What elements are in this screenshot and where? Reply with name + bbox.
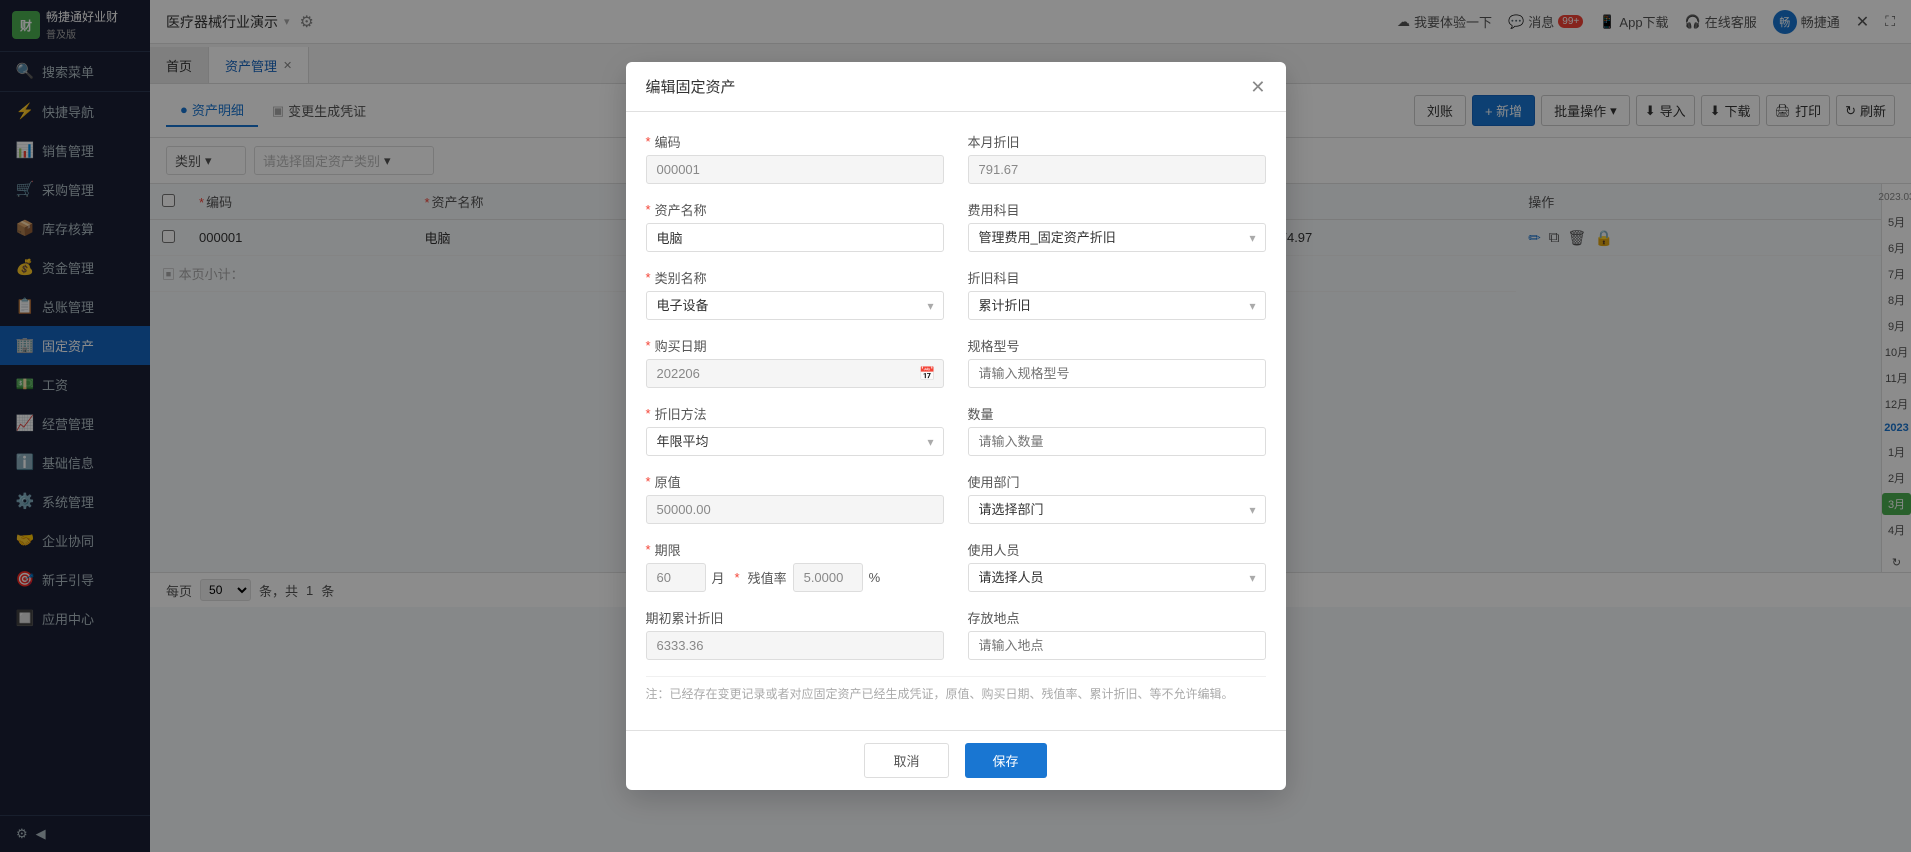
form-group-expense-subject: 费用科目 管理费用_固定资产折旧: [968, 200, 1266, 252]
dep-method-label: * 折旧方法: [646, 404, 944, 423]
monthly-dep-label: 本月折旧: [968, 132, 1266, 151]
form-row-1: * 编码 本月折旧: [646, 132, 1266, 184]
use-dept-select[interactable]: 请选择部门: [968, 495, 1266, 524]
form-row-6: * 原值 使用部门 请选择部门: [646, 472, 1266, 524]
quantity-input[interactable]: [968, 427, 1266, 456]
form-group-initial-dep: 期初累计折旧: [646, 608, 944, 660]
original-value-input[interactable]: [646, 495, 944, 524]
modal-footer: 取消 保存: [626, 730, 1286, 790]
use-dept-select-wrapper: 请选择部门: [968, 495, 1266, 524]
category-select-wrapper: 电子设备: [646, 291, 944, 320]
calendar-icon[interactable]: 📅: [919, 366, 935, 382]
form-group-dep-subject: 折旧科目 累计折旧: [968, 268, 1266, 320]
expense-subject-label: 费用科目: [968, 200, 1266, 219]
quantity-label: 数量: [968, 404, 1266, 423]
modal-header: 编辑固定资产 ✕: [626, 62, 1286, 112]
form-row-7: * 期限 月 * 残值率 % 使用人员: [646, 540, 1266, 592]
initial-dep-input[interactable]: [646, 631, 944, 660]
monthly-dep-input[interactable]: [968, 155, 1266, 184]
form-group-spec-model: 规格型号: [968, 336, 1266, 388]
asset-name-input[interactable]: [646, 223, 944, 252]
form-group-original-value: * 原值: [646, 472, 944, 524]
modal-overlay: 编辑固定资产 ✕ * 编码 本月折旧: [0, 0, 1911, 852]
use-person-select[interactable]: 请选择人员: [968, 563, 1266, 592]
edit-asset-modal: 编辑固定资产 ✕ * 编码 本月折旧: [626, 62, 1286, 790]
form-row-5: * 折旧方法 年限平均 数量: [646, 404, 1266, 456]
form-group-use-person: 使用人员 请选择人员: [968, 540, 1266, 592]
period-residual-row: 月 * 残值率 %: [646, 563, 944, 592]
period-input[interactable]: [646, 563, 706, 592]
asset-name-label: * 资产名称: [646, 200, 944, 219]
form-group-code: * 编码: [646, 132, 944, 184]
code-input[interactable]: [646, 155, 944, 184]
dep-subject-label: 折旧科目: [968, 268, 1266, 287]
initial-dep-label: 期初累计折旧: [646, 608, 944, 627]
form-row-2: * 资产名称 费用科目 管理费用_固定资产折旧: [646, 200, 1266, 252]
modal-body: * 编码 本月折旧 * 资产名称: [626, 112, 1286, 730]
code-label: * 编码: [646, 132, 944, 151]
use-person-select-wrapper: 请选择人员: [968, 563, 1266, 592]
expense-subject-select-wrapper: 管理费用_固定资产折旧: [968, 223, 1266, 252]
period-unit: 月: [712, 568, 725, 587]
category-select[interactable]: 电子设备: [646, 291, 944, 320]
dep-method-select-wrapper: 年限平均: [646, 427, 944, 456]
save-button[interactable]: 保存: [965, 743, 1047, 778]
modal-title: 编辑固定资产: [646, 76, 736, 97]
use-person-label: 使用人员: [968, 540, 1266, 559]
purchase-date-label: * 购买日期: [646, 336, 944, 355]
form-group-quantity: 数量: [968, 404, 1266, 456]
dep-subject-select-wrapper: 累计折旧: [968, 291, 1266, 320]
form-group-category: * 类别名称 电子设备: [646, 268, 944, 320]
spec-model-label: 规格型号: [968, 336, 1266, 355]
original-value-label: * 原值: [646, 472, 944, 491]
form-row-4: * 购买日期 📅 规格型号: [646, 336, 1266, 388]
dep-subject-select[interactable]: 累计折旧: [968, 291, 1266, 320]
location-input[interactable]: [968, 631, 1266, 660]
form-group-use-dept: 使用部门 请选择部门: [968, 472, 1266, 524]
residual-rate-unit: %: [869, 570, 881, 585]
purchase-date-input[interactable]: [646, 359, 944, 388]
modal-hint: 注：已经存在变更记录或者对应固定资产已经生成凭证，原值、购买日期、残值率、累计折…: [646, 676, 1266, 710]
form-row-8: 期初累计折旧 存放地点: [646, 608, 1266, 660]
spec-model-input[interactable]: [968, 359, 1266, 388]
form-row-3: * 类别名称 电子设备 折旧科目 累计折旧: [646, 268, 1266, 320]
dep-method-select[interactable]: 年限平均: [646, 427, 944, 456]
location-label: 存放地点: [968, 608, 1266, 627]
cancel-button[interactable]: 取消: [864, 743, 948, 778]
form-group-dep-method: * 折旧方法 年限平均: [646, 404, 944, 456]
purchase-date-wrapper: 📅: [646, 359, 944, 388]
period-label: * 期限: [646, 540, 944, 559]
form-group-purchase-date: * 购买日期 📅: [646, 336, 944, 388]
form-group-asset-name: * 资产名称: [646, 200, 944, 252]
residual-rate-label: 残值率: [748, 568, 787, 587]
residual-rate-input[interactable]: [793, 563, 863, 592]
form-group-period-residual: * 期限 月 * 残值率 %: [646, 540, 944, 592]
expense-subject-select[interactable]: 管理费用_固定资产折旧: [968, 223, 1266, 252]
category-name-label: * 类别名称: [646, 268, 944, 287]
form-group-location: 存放地点: [968, 608, 1266, 660]
form-group-monthly-dep: 本月折旧: [968, 132, 1266, 184]
use-dept-label: 使用部门: [968, 472, 1266, 491]
modal-close-button[interactable]: ✕: [1250, 78, 1265, 96]
